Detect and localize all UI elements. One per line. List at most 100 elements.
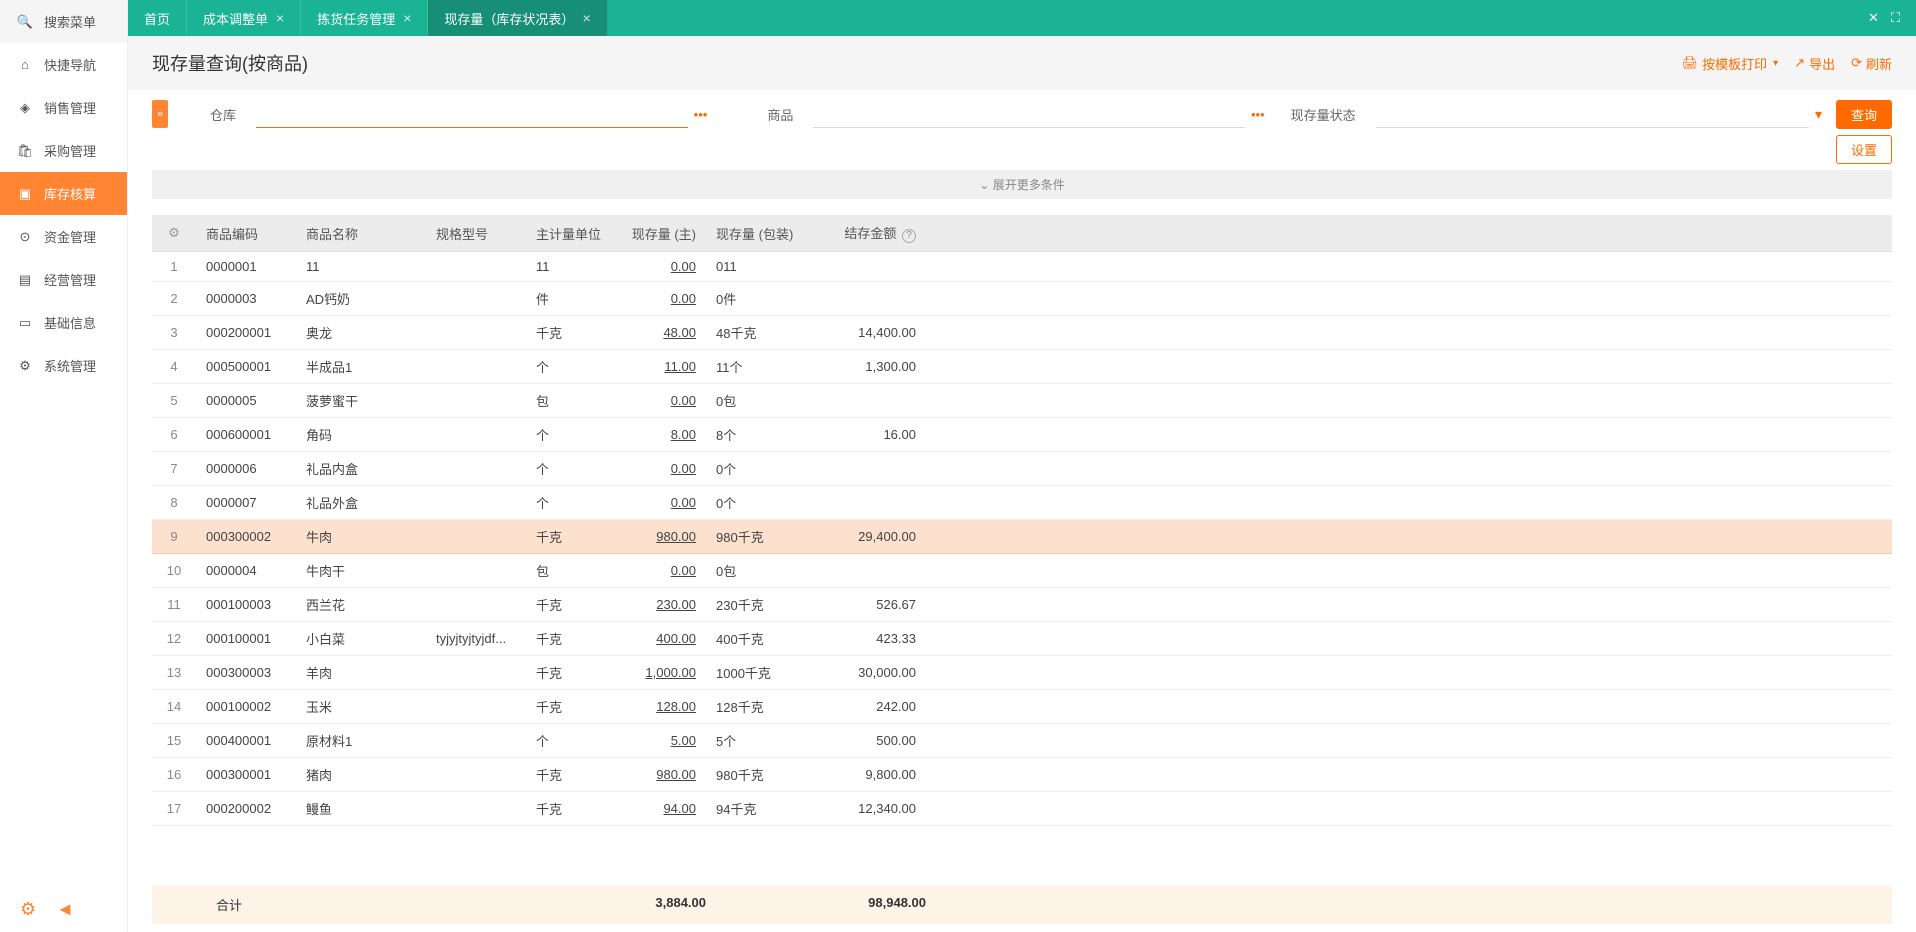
th-spec[interactable]: 规格型号 — [426, 215, 526, 252]
qty-cell[interactable]: 230.00 — [616, 588, 706, 622]
qty-cell[interactable]: 0.00 — [616, 282, 706, 316]
th-amt[interactable]: 结存金额 ? — [816, 215, 926, 252]
search-icon: 🔍 — [16, 13, 34, 31]
chevron-down-icon[interactable]: ▾ — [1809, 106, 1828, 123]
sidebar: 🔍搜索菜单⌂快捷导航◈销售管理🛍采购管理▣库存核算⊙资金管理 ▤ 经营管理 ▭ 基础信息… — [0, 0, 128, 932]
settings-button[interactable]: 设置 — [1836, 135, 1892, 164]
tag-icon: ◈ — [16, 99, 34, 117]
qty-cell[interactable]: 48.00 — [616, 316, 706, 350]
close-icon[interactable]: × — [582, 10, 590, 26]
th-unit[interactable]: 主计量单位 — [526, 215, 616, 252]
stock-status-input[interactable] — [1376, 100, 1809, 128]
table-row[interactable]: 9 000300002 牛肉 千克 980.00 980千克 29,400.00 — [152, 520, 1892, 554]
gear-icon: ⚙ — [16, 357, 34, 375]
product-input[interactable] — [813, 100, 1245, 128]
table-row[interactable]: 13 000300003 羊肉 千克 1,000.00 1000千克 30,00… — [152, 656, 1892, 690]
sidebar-item-label: 快捷导航 — [44, 55, 96, 74]
warehouse-input[interactable] — [256, 100, 688, 128]
th-pkg[interactable]: 现存量 (包装) — [706, 215, 816, 252]
sidebar-item-label: 库存核算 — [44, 184, 96, 203]
sidebar-item-0[interactable]: 🔍搜索菜单 — [0, 0, 127, 43]
gear-icon: ⚙ — [168, 225, 180, 240]
qty-cell[interactable]: 400.00 — [616, 622, 706, 656]
table-row[interactable]: 8 0000007 礼品外盒 个 0.00 0个 — [152, 486, 1892, 520]
warehouse-picker-icon[interactable]: ••• — [688, 107, 714, 122]
table-row[interactable]: 17 000200002 鳗鱼 千克 94.00 94千克 12,340.00 — [152, 792, 1892, 826]
clipboard-icon: ▤ — [16, 271, 34, 289]
expand-filters[interactable]: ⌄ 展开更多条件 — [152, 170, 1892, 199]
sidebar-item-1[interactable]: ⌂快捷导航 — [0, 43, 127, 86]
qty-cell[interactable]: 5.00 — [616, 724, 706, 758]
table-row[interactable]: 14 000100002 玉米 千克 128.00 128千克 242.00 — [152, 690, 1892, 724]
refresh-action[interactable]: ⟳ 刷新 — [1851, 54, 1892, 73]
qty-cell[interactable]: 980.00 — [616, 758, 706, 792]
qty-cell[interactable]: 1,000.00 — [616, 656, 706, 690]
sidebar-bottom: ⚙ ◄ — [0, 887, 127, 932]
sidebar-item-label: 基础信息 — [44, 313, 96, 332]
table-row[interactable]: 1 0000001 11 11 0.00 011 — [152, 252, 1892, 282]
sidebar-item-4[interactable]: ▣库存核算 — [0, 172, 127, 215]
sidebar-item-6[interactable]: ▤ 经营管理 — [0, 258, 127, 301]
qty-cell[interactable]: 128.00 — [616, 690, 706, 724]
table-row[interactable]: 7 0000006 礼品内盒 个 0.00 0个 — [152, 452, 1892, 486]
close-all-icon[interactable]: ✕ — [1868, 10, 1879, 26]
tabs-bar: 首页成本调整单×拣货任务管理×现存量（库存状况表）× ✕ ⛶ — [128, 0, 1916, 36]
tab-1[interactable]: 成本调整单× — [187, 0, 301, 36]
table-row[interactable]: 3 000200001 奥龙 千克 48.00 48千克 14,400.00 — [152, 316, 1892, 350]
th-name[interactable]: 商品名称 — [296, 215, 426, 252]
bottom-icon-1[interactable]: ⚙ — [20, 899, 36, 920]
expand-icon: ⌄ — [979, 178, 992, 192]
table-row[interactable]: 2 0000003 AD钙奶 件 0.00 0件 — [152, 282, 1892, 316]
sidebar-item-label: 采购管理 — [44, 141, 96, 160]
qty-cell[interactable]: 0.00 — [616, 554, 706, 588]
table-footer: 合计 3,884.00 98,948.00 — [152, 885, 1892, 924]
table-row[interactable]: 16 000300001 猪肉 千克 980.00 980千克 9,800.00 — [152, 758, 1892, 792]
qty-cell[interactable]: 0.00 — [616, 252, 706, 282]
filter-container: » 仓库 ••• 商品 ••• — [128, 90, 1916, 199]
table-row[interactable]: 6 000600001 角码 个 8.00 8个 16.00 — [152, 418, 1892, 452]
th-code[interactable]: 商品编码 — [196, 215, 296, 252]
close-icon[interactable]: × — [403, 10, 411, 26]
export-action[interactable]: ↗ 导出 — [1794, 54, 1835, 73]
table-row[interactable]: 12 000100001 小白菜 tyjyjtyjtyjdf... 千克 400… — [152, 622, 1892, 656]
help-icon[interactable]: ? — [902, 229, 916, 243]
sidebar-item-2[interactable]: ◈销售管理 — [0, 86, 127, 129]
sidebar-item-5[interactable]: ⊙资金管理 — [0, 215, 127, 258]
refresh-icon: ⟳ — [1851, 55, 1862, 71]
sidebar-item-3[interactable]: 🛍采购管理 — [0, 129, 127, 172]
qty-cell[interactable]: 0.00 — [616, 486, 706, 520]
table-row[interactable]: 5 0000005 菠萝蜜干 包 0.00 0包 — [152, 384, 1892, 418]
close-icon[interactable]: × — [276, 10, 284, 26]
qty-cell[interactable]: 0.00 — [616, 384, 706, 418]
id-icon: ▭ — [16, 314, 34, 332]
query-button[interactable]: 查询 — [1836, 100, 1892, 129]
qty-cell[interactable]: 980.00 — [616, 520, 706, 554]
bottom-icon-2[interactable]: ◄ — [56, 899, 74, 920]
qty-cell[interactable]: 8.00 — [616, 418, 706, 452]
fullscreen-icon[interactable]: ⛶ — [1891, 10, 1900, 26]
tab-3[interactable]: 现存量（库存状况表）× — [428, 0, 607, 36]
th-qty[interactable]: 现存量 (主) — [616, 215, 706, 252]
sidebar-item-8[interactable]: ⚙系统管理 — [0, 344, 127, 387]
export-icon: ↗ — [1794, 55, 1805, 71]
th-gear[interactable]: ⚙ — [152, 215, 196, 252]
table-row[interactable]: 4 000500001 半成品1 个 11.00 11个 1,300.00 — [152, 350, 1892, 384]
qty-cell[interactable]: 11.00 — [616, 350, 706, 384]
table-row[interactable]: 10 0000004 牛肉干 包 0.00 0包 — [152, 554, 1892, 588]
table-row[interactable]: 11 000100003 西兰花 千克 230.00 230千克 526.67 — [152, 588, 1892, 622]
filter-warehouse: 仓库 ••• — [176, 100, 713, 128]
table-row[interactable]: 15 000400001 原材料1 个 5.00 5个 500.00 — [152, 724, 1892, 758]
qty-cell[interactable]: 0.00 — [616, 452, 706, 486]
inventory-table: ⚙ 商品编码 商品名称 规格型号 主计量单位 现存量 (主) 现存量 (包装) … — [152, 215, 1892, 826]
sidebar-item-label: 经营管理 — [44, 270, 96, 289]
money-icon: ⊙ — [16, 228, 34, 246]
tab-2[interactable]: 拣货任务管理 × — [301, 0, 428, 36]
collapse-handle[interactable]: » — [152, 100, 168, 128]
sidebar-item-7[interactable]: ▭ 基础信息 — [0, 301, 127, 344]
print-template-action[interactable]: 🖨 按模板打印 — [1682, 54, 1779, 73]
tab-label: 拣货任务管理 — [317, 9, 395, 28]
qty-cell[interactable]: 94.00 — [616, 792, 706, 826]
th-rest — [926, 215, 1892, 252]
tab-0[interactable]: 首页 — [128, 0, 187, 36]
product-picker-icon[interactable]: ••• — [1245, 107, 1271, 122]
